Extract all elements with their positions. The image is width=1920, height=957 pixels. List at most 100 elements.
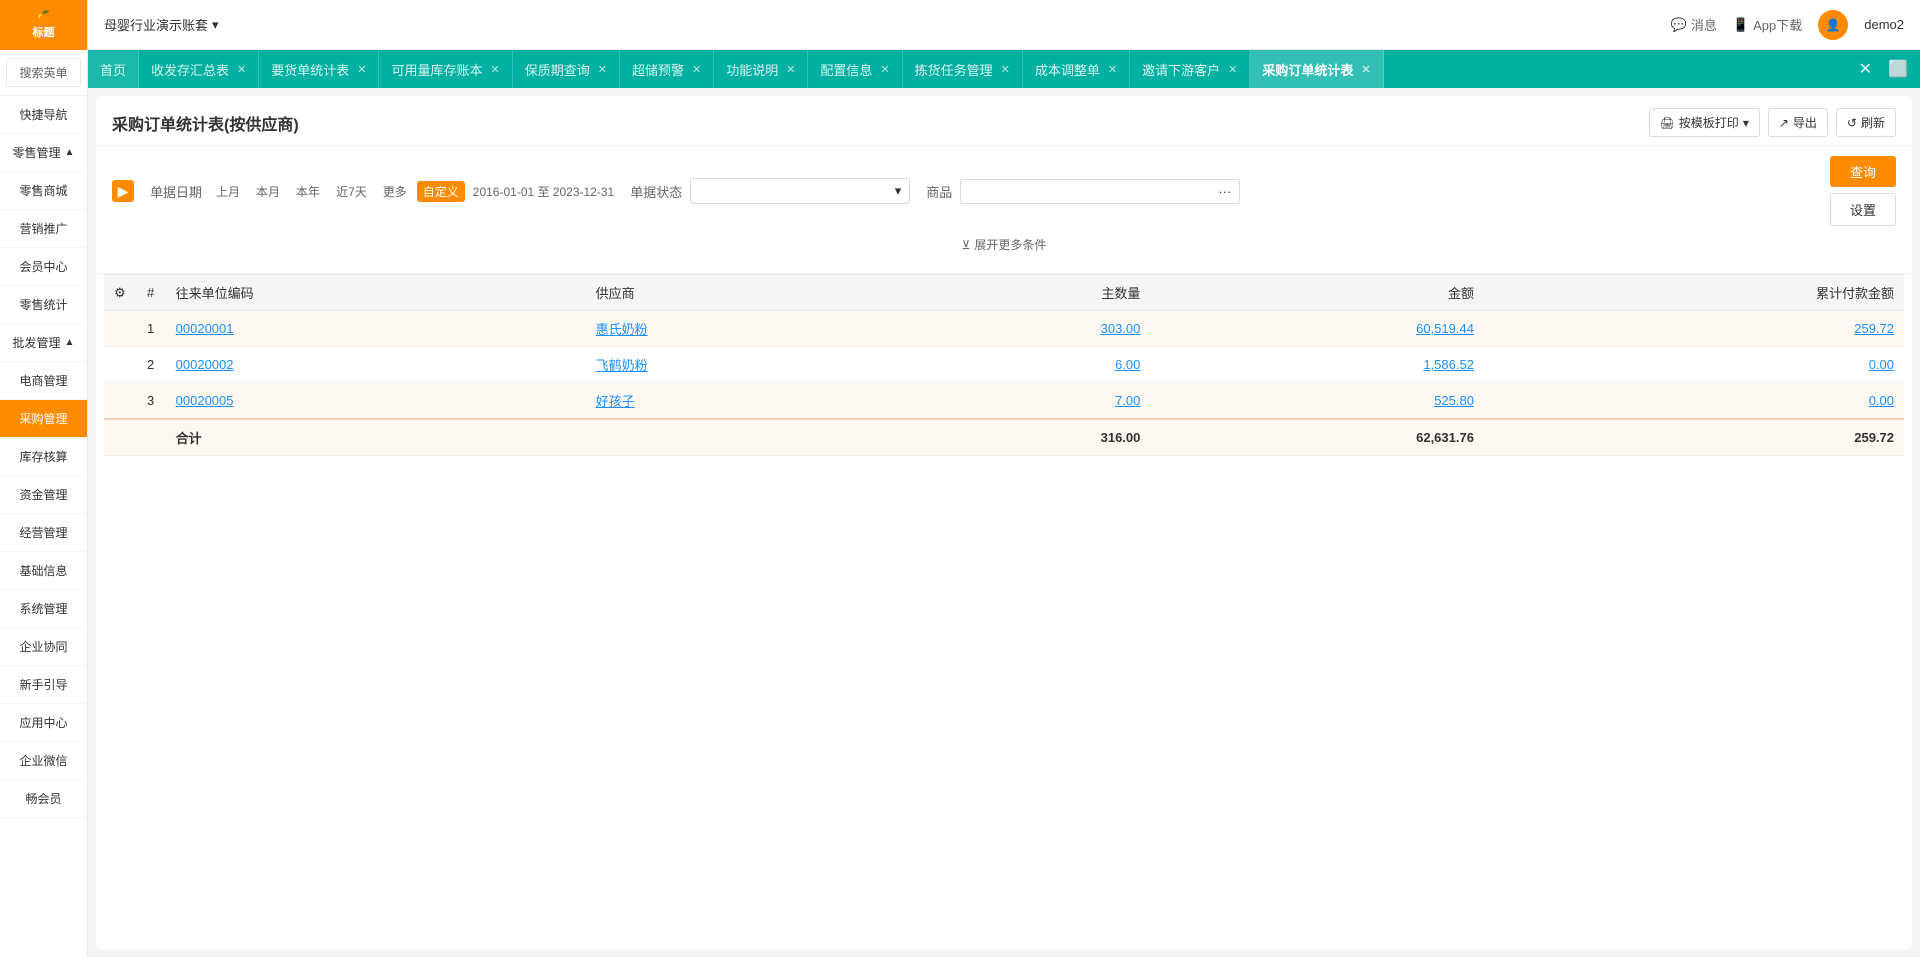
top-bar: 母婴行业演示账套 ▾ 💬 消息 📱 App下载 👤 demo2: [88, 0, 1920, 50]
shortcut-custom[interactable]: 自定义: [417, 181, 465, 202]
row-gear[interactable]: [104, 311, 136, 347]
expand-filter-button[interactable]: ⊻ 展开更多条件: [962, 230, 1047, 255]
sidebar-item-vip[interactable]: 畅会员: [0, 780, 87, 818]
shortcut-this-month[interactable]: 本月: [250, 181, 286, 202]
shortcut-this-year[interactable]: 本年: [290, 181, 326, 202]
row-gear[interactable]: [104, 383, 136, 420]
status-select-arrow-icon: ▾: [895, 183, 902, 199]
sidebar-item-label: 零售商城: [19, 182, 67, 199]
row-unit-code[interactable]: 00020005: [166, 383, 586, 420]
print-button[interactable]: 🖨 按模板打印 ▾: [1649, 108, 1760, 137]
sidebar-item-system[interactable]: 系统管理: [0, 590, 87, 628]
shortcut-7days[interactable]: 近7天: [330, 181, 373, 202]
row-unit-code[interactable]: 00020001: [166, 311, 586, 347]
tab-caigoutongji[interactable]: 采购订单统计表 ✕: [1250, 50, 1383, 88]
message-button[interactable]: 💬 消息: [1671, 15, 1717, 34]
workspace-selector[interactable]: 母婴行业演示账套 ▾: [104, 15, 219, 34]
tab-close-icon[interactable]: ✕: [237, 63, 246, 76]
column-header-supplier: 供应商: [586, 275, 895, 311]
search-menu-button[interactable]: 搜索英单: [6, 58, 81, 87]
print-icon: 🖨: [1660, 116, 1675, 130]
row-quantity[interactable]: 6.00: [894, 347, 1150, 383]
tab-shoufahuizong[interactable]: 收发存汇总表 ✕: [139, 50, 259, 88]
export-button[interactable]: ↗ 导出: [1768, 108, 1828, 137]
tab-close-icon[interactable]: ✕: [491, 63, 500, 76]
status-select[interactable]: ▾: [690, 178, 910, 204]
refresh-button[interactable]: ↺ 刷新: [1836, 108, 1896, 137]
user-name[interactable]: demo2: [1864, 17, 1904, 32]
row-paid[interactable]: 259.72: [1484, 311, 1904, 347]
sidebar-item-appcenter[interactable]: 应用中心: [0, 704, 87, 742]
content-area: 采购订单统计表(按供应商) 🖨 按模板打印 ▾ ↗ 导出 ↺ 刷新: [88, 88, 1920, 957]
sidebar-item-retail-stat[interactable]: 零售统计: [0, 286, 87, 324]
expand-arrow-icon: ▲: [65, 147, 75, 158]
tab-panhuo[interactable]: 拣货任务管理 ✕: [903, 50, 1023, 88]
shortcut-more[interactable]: 更多: [377, 181, 413, 202]
shortcut-last-month[interactable]: 上月: [210, 181, 246, 202]
tab-home[interactable]: 首页: [88, 50, 139, 88]
app-logo[interactable]: 🍊 标题: [0, 0, 87, 50]
product-select[interactable]: ···: [960, 179, 1240, 204]
tab-chaochuyujing[interactable]: 超储预警 ✕: [620, 50, 714, 88]
refresh-icon: ↺: [1847, 116, 1857, 130]
sidebar-item-quick-nav[interactable]: 快捷导航: [0, 96, 87, 134]
sidebar-item-retail[interactable]: 零售管理 ▲: [0, 134, 87, 172]
expand-icon: ⊻: [962, 238, 971, 252]
row-unit-code[interactable]: 00020002: [166, 347, 586, 383]
tab-close-icon[interactable]: ✕: [880, 63, 889, 76]
tab-close-icon[interactable]: ✕: [1228, 63, 1237, 76]
row-paid[interactable]: 0.00: [1484, 383, 1904, 420]
date-range-value: 2016-01-01 至 2023-12-31: [473, 183, 614, 200]
row-supplier[interactable]: 飞鹤奶粉: [586, 347, 895, 383]
row-supplier[interactable]: 惠氏奶粉: [586, 311, 895, 347]
tab-chengben[interactable]: 成本调整单 ✕: [1023, 50, 1130, 88]
row-paid[interactable]: 0.00: [1484, 347, 1904, 383]
sidebar-item-member[interactable]: 会员中心: [0, 248, 87, 286]
user-avatar[interactable]: 👤: [1818, 10, 1848, 40]
tab-close-icon[interactable]: ✕: [357, 63, 366, 76]
maximize-tab-action[interactable]: ⬜: [1884, 57, 1912, 81]
settings-button[interactable]: 设置: [1830, 193, 1896, 226]
row-quantity[interactable]: 7.00: [894, 383, 1150, 420]
tab-close-icon[interactable]: ✕: [1108, 63, 1117, 76]
sidebar-item-ecommerce[interactable]: 电商管理: [0, 362, 87, 400]
tab-gongneng[interactable]: 功能说明 ✕: [714, 50, 808, 88]
close-tab-action[interactable]: ✕: [1855, 57, 1876, 81]
tab-close-icon[interactable]: ✕: [1361, 63, 1370, 76]
sidebar-item-basic[interactable]: 基础信息: [0, 552, 87, 590]
expand-label: 展开更多条件: [974, 236, 1046, 253]
row-gear[interactable]: [104, 347, 136, 383]
workspace-name: 母婴行业演示账套: [104, 15, 208, 34]
tab-baozhi[interactable]: 保质期查询 ✕: [513, 50, 620, 88]
sidebar-item-newguide[interactable]: 新手引导: [0, 666, 87, 704]
row-quantity[interactable]: 303.00: [894, 311, 1150, 347]
tab-keyongliang[interactable]: 可用量库存账本 ✕: [379, 50, 512, 88]
sidebar-item-marketing[interactable]: 营销推广: [0, 210, 87, 248]
sidebar-item-inventory[interactable]: 库存核算: [0, 438, 87, 476]
sidebar-item-retail-mall[interactable]: 零售商城: [0, 172, 87, 210]
tab-close-icon[interactable]: ✕: [692, 63, 701, 76]
row-supplier[interactable]: 好孩子: [586, 383, 895, 420]
tab-close-icon[interactable]: ✕: [786, 63, 795, 76]
row-amount[interactable]: 525.80: [1150, 383, 1484, 420]
tab-peizhi[interactable]: 配置信息 ✕: [808, 50, 902, 88]
tab-close-icon[interactable]: ✕: [598, 63, 607, 76]
top-bar-left: 母婴行业演示账套 ▾: [104, 15, 219, 34]
sidebar-item-wechat[interactable]: 企业微信: [0, 742, 87, 780]
query-button[interactable]: 查询: [1830, 156, 1896, 187]
sidebar-item-enterprise[interactable]: 企业协同: [0, 628, 87, 666]
app-download-button[interactable]: 📱 App下载: [1733, 15, 1802, 34]
sidebar-item-finance[interactable]: 资金管理: [0, 476, 87, 514]
column-header-gear[interactable]: ⚙: [104, 275, 136, 311]
tab-close-icon[interactable]: ✕: [1001, 63, 1010, 76]
sidebar-item-wholesale[interactable]: 批发管理 ▲: [0, 324, 87, 362]
row-amount[interactable]: 1,586.52: [1150, 347, 1484, 383]
sidebar-item-purchase[interactable]: 采购管理: [0, 400, 87, 438]
filter-toggle-button[interactable]: ▶: [112, 180, 134, 202]
row-amount[interactable]: 60,519.44: [1150, 311, 1484, 347]
tab-yaohuodantongjibiao[interactable]: 要货单统计表 ✕: [259, 50, 379, 88]
tab-yaoqing[interactable]: 邀请下游客户 ✕: [1130, 50, 1250, 88]
row-num: 3: [136, 383, 166, 420]
tab-label: 配置信息: [820, 60, 872, 79]
sidebar-item-operations[interactable]: 经营管理: [0, 514, 87, 552]
